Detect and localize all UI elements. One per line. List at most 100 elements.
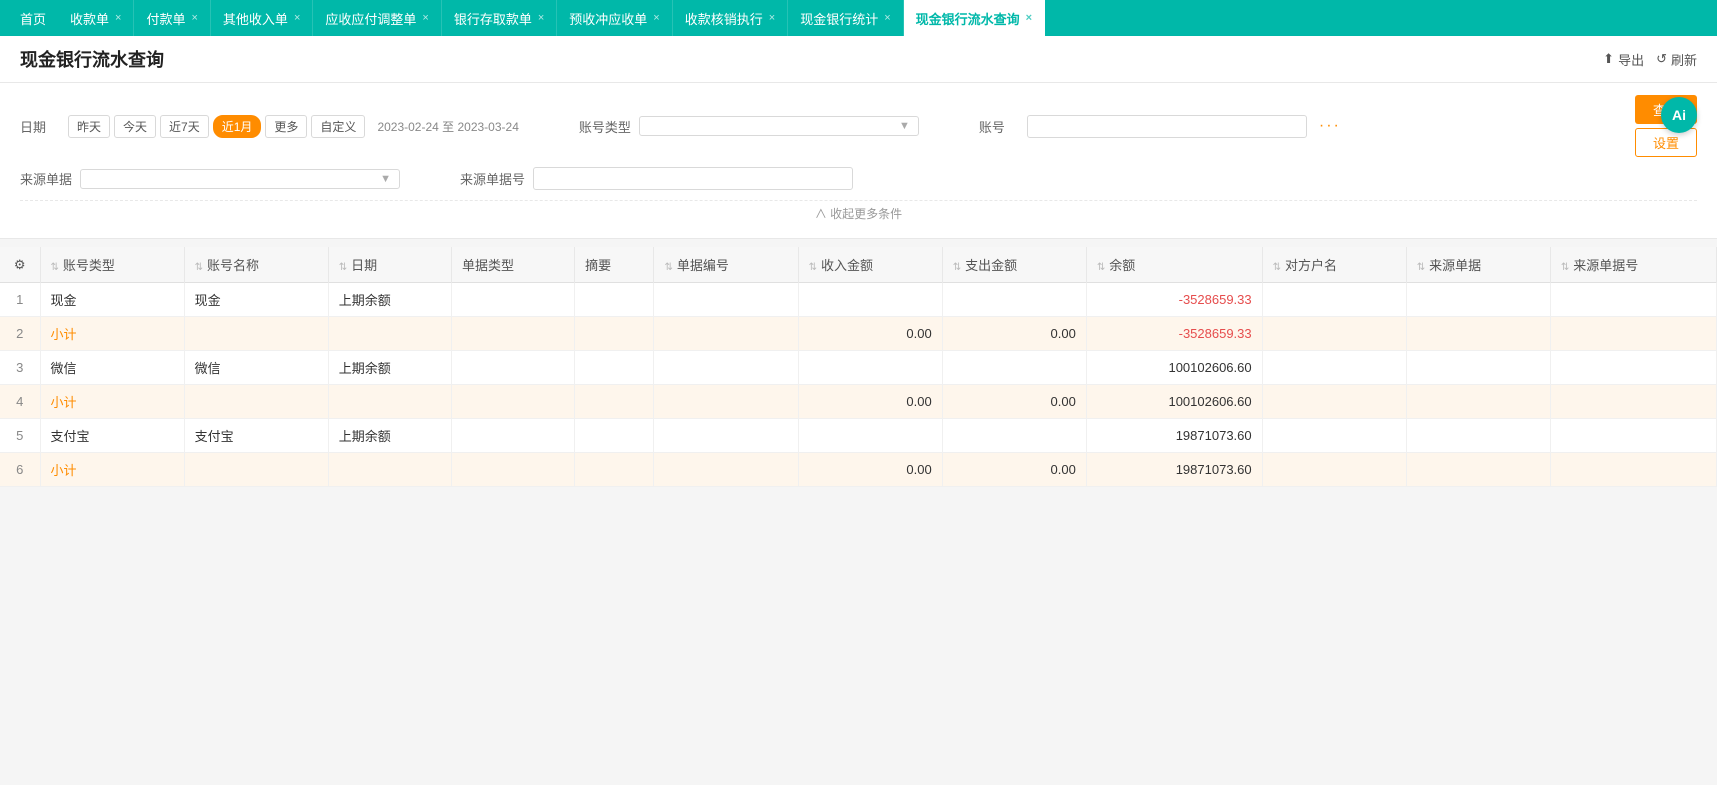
close-icon[interactable]: ×	[115, 12, 121, 24]
cell-counterpart	[1262, 317, 1406, 351]
close-icon[interactable]: ×	[884, 12, 890, 24]
cell-balance: -3528659.33	[1086, 283, 1262, 317]
cell-doc-type	[451, 283, 574, 317]
export-button[interactable]: ⬆ 导出	[1603, 50, 1644, 69]
close-icon[interactable]: ×	[653, 12, 659, 24]
cell-date	[328, 317, 451, 351]
col-date[interactable]: ⇅日期	[328, 247, 451, 283]
chevron-down-icon: ▼	[380, 173, 391, 185]
col-source-doc[interactable]: ⇅来源单据	[1406, 247, 1550, 283]
nav-home[interactable]: 首页	[8, 0, 58, 36]
close-icon[interactable]: ×	[294, 12, 300, 24]
close-icon[interactable]: ×	[422, 12, 428, 24]
cell-expense: 0.00	[942, 385, 1086, 419]
ai-assistant-button[interactable]: Ai	[1661, 97, 1697, 133]
cell-source-doc	[1406, 317, 1550, 351]
dots-button[interactable]: ···	[1319, 117, 1341, 135]
refresh-button[interactable]: ↺ 刷新	[1656, 50, 1697, 69]
cell-income: 0.00	[798, 385, 942, 419]
col-expense[interactable]: ⇅支出金额	[942, 247, 1086, 283]
date-btn-yesterday[interactable]: 昨天	[68, 115, 110, 138]
cell-index: 2	[0, 317, 40, 351]
cell-summary	[575, 351, 654, 385]
table-row: 4 小计 0.00 0.00 100102606.60	[0, 385, 1717, 419]
cell-summary	[575, 317, 654, 351]
cell-income	[798, 419, 942, 453]
cell-index: 5	[0, 419, 40, 453]
cell-source-doc	[1406, 453, 1550, 487]
cell-account-name	[184, 385, 328, 419]
cell-index: 3	[0, 351, 40, 385]
cell-source-doc-no	[1550, 453, 1716, 487]
cell-expense	[942, 283, 1086, 317]
col-summary[interactable]: 摘要	[575, 247, 654, 283]
account-input[interactable]	[1027, 115, 1307, 138]
cell-account-type: 支付宝	[40, 419, 184, 453]
cell-summary	[575, 385, 654, 419]
col-account-name[interactable]: ⇅账号名称	[184, 247, 328, 283]
cell-account-type: 小计	[40, 453, 184, 487]
cell-source-doc-no	[1550, 419, 1716, 453]
nav-item-现金银行统计[interactable]: 现金银行统计 ×	[788, 0, 903, 36]
close-icon[interactable]: ×	[1026, 12, 1032, 24]
cell-account-type: 小计	[40, 385, 184, 419]
col-source-doc-no[interactable]: ⇅来源单据号	[1550, 247, 1716, 283]
date-btn-custom[interactable]: 自定义	[311, 115, 365, 138]
nav-item-银行存取款单[interactable]: 银行存取款单 ×	[442, 0, 557, 36]
cell-balance: -3528659.33	[1086, 317, 1262, 351]
account-filter: 账号 ···	[979, 115, 1341, 138]
nav-item-付款单[interactable]: 付款单 ×	[134, 0, 210, 36]
account-label: 账号	[979, 117, 1019, 136]
table-row: 6 小计 0.00 0.00 19871073.60	[0, 453, 1717, 487]
nav-item-预收冲应收单[interactable]: 预收冲应收单 ×	[557, 0, 672, 36]
close-icon[interactable]: ×	[538, 12, 544, 24]
cell-summary	[575, 283, 654, 317]
cell-income: 0.00	[798, 317, 942, 351]
column-settings-icon[interactable]: ⚙	[0, 247, 40, 283]
cell-income: 0.00	[798, 453, 942, 487]
cell-date: 上期余额	[328, 419, 451, 453]
cell-doc-no	[654, 385, 798, 419]
cell-source-doc-no	[1550, 385, 1716, 419]
col-doc-no[interactable]: ⇅单据编号	[654, 247, 798, 283]
close-icon[interactable]: ×	[191, 12, 197, 24]
collapse-bar[interactable]: ∧ 收起更多条件	[20, 200, 1697, 226]
cell-account-type: 小计	[40, 317, 184, 351]
col-account-type[interactable]: ⇅账号类型	[40, 247, 184, 283]
source-doc-no-input[interactable]	[533, 167, 853, 190]
col-counterpart[interactable]: ⇅对方户名	[1262, 247, 1406, 283]
source-doc-label: 来源单据	[20, 169, 72, 188]
cell-index: 6	[0, 453, 40, 487]
cell-source-doc-no	[1550, 351, 1716, 385]
cell-doc-no	[654, 317, 798, 351]
date-btn-1month[interactable]: 近1月	[213, 115, 262, 138]
date-btn-today[interactable]: 今天	[114, 115, 156, 138]
refresh-icon: ↺	[1656, 51, 1667, 67]
col-balance[interactable]: ⇅余额	[1086, 247, 1262, 283]
table-row: 2 小计 0.00 0.00 -3528659.33	[0, 317, 1717, 351]
nav-item-收款单[interactable]: 收款单 ×	[58, 0, 134, 36]
cell-account-name: 微信	[184, 351, 328, 385]
account-type-filter: 账号类型 ▼	[579, 116, 919, 136]
cell-account-name: 现金	[184, 283, 328, 317]
nav-item-现金银行流水查询[interactable]: 现金银行流水查询 ×	[904, 0, 1045, 36]
cell-counterpart	[1262, 351, 1406, 385]
source-doc-select[interactable]: ▼	[80, 169, 400, 189]
nav-item-其他收入单[interactable]: 其他收入单 ×	[211, 0, 313, 36]
account-type-select[interactable]: ▼	[639, 116, 919, 136]
date-btn-more[interactable]: 更多	[265, 115, 307, 138]
cell-doc-no	[654, 419, 798, 453]
nav-item-应收应付调整单[interactable]: 应收应付调整单 ×	[313, 0, 441, 36]
account-type-label: 账号类型	[579, 117, 631, 136]
cell-index: 4	[0, 385, 40, 419]
settings-button[interactable]: 设置	[1635, 128, 1697, 157]
col-income[interactable]: ⇅收入金额	[798, 247, 942, 283]
cell-doc-type	[451, 385, 574, 419]
table-row: 1 现金 现金 上期余额 -3528659.33	[0, 283, 1717, 317]
cell-account-type: 现金	[40, 283, 184, 317]
col-doc-type[interactable]: 单据类型	[451, 247, 574, 283]
nav-item-收款核销执行[interactable]: 收款核销执行 ×	[673, 0, 788, 36]
close-icon[interactable]: ×	[769, 12, 775, 24]
date-btn-7days[interactable]: 近7天	[160, 115, 209, 138]
table-container: ⚙ ⇅账号类型 ⇅账号名称 ⇅日期 单据类型 摘要 ⇅单据编号 ⇅收入金额 ⇅支…	[0, 247, 1717, 487]
